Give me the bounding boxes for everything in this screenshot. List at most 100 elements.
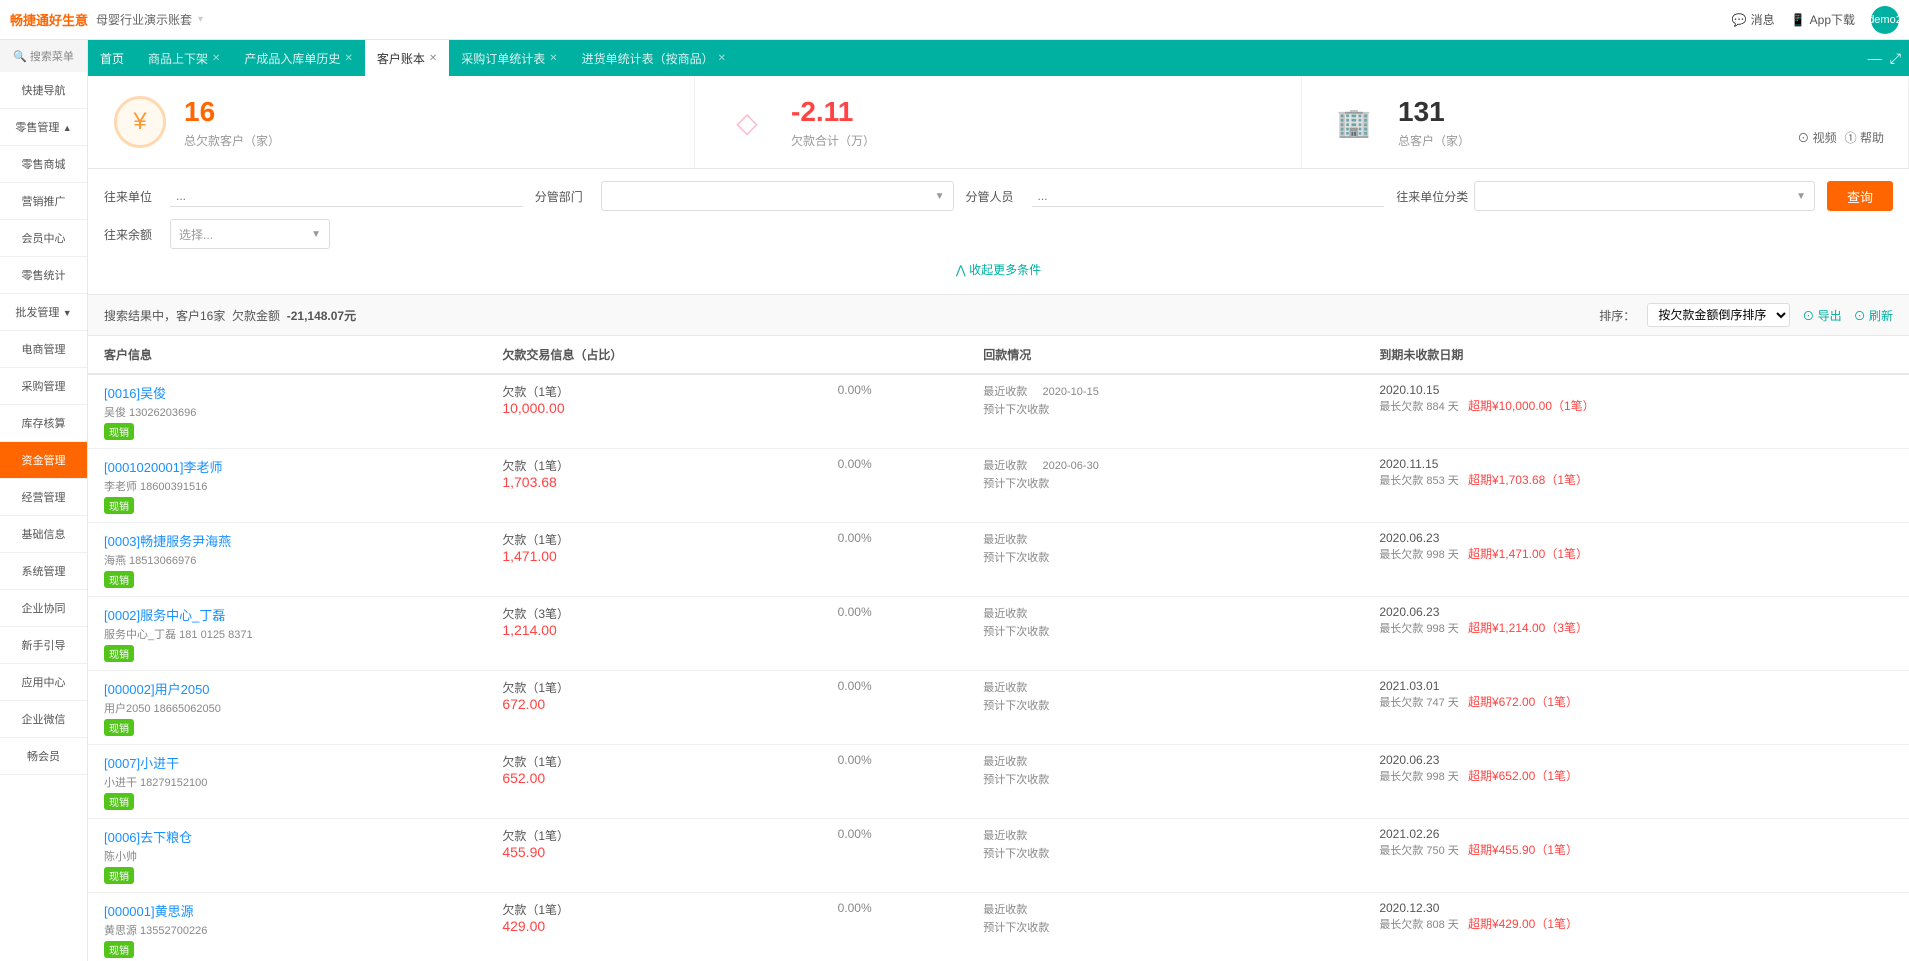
overdue-link[interactable]: 超期¥672.00（1笔） — [1468, 695, 1578, 709]
debt-amount[interactable]: 429.00 — [502, 918, 805, 934]
sidebar-search[interactable]: 🔍 搜索菜单 — [0, 40, 87, 72]
collect-action-cell — [1293, 893, 1364, 961]
tab-purchase[interactable]: 采购订单统计表 ✕ — [449, 40, 569, 76]
sidebar-item-newbie[interactable]: 新手引导 — [0, 627, 87, 664]
sidebar-item-inventory[interactable]: 库存核算 — [0, 405, 87, 442]
store-arrow[interactable]: ▾ — [198, 14, 203, 25]
debt-percent-cell: 0.00% — [822, 523, 968, 597]
tab-goods[interactable]: 商品上下架 ✕ — [136, 40, 232, 76]
sidebar-item-retail-stats[interactable]: 零售统计 — [0, 257, 87, 294]
customer-info-cell: [000001]黄思源 黄思源 13552700226 现销 — [88, 893, 486, 961]
sidebar-item-member-pro[interactable]: 畅会员 — [0, 738, 87, 775]
debt-info-cell: 欠款（1笔） 652.00 — [486, 745, 821, 819]
search-icon: 🔍 — [13, 51, 27, 63]
customer-name[interactable]: [0001020001]李老师 — [104, 457, 470, 476]
sidebar-item-wholesale-mgmt[interactable]: 批发管理 ▼ — [0, 294, 87, 331]
due-date-cell: 2021.03.01 最长欠款 747 天 超期¥672.00（1笔） — [1363, 671, 1909, 745]
debt-amount[interactable]: 652.00 — [502, 770, 805, 786]
sidebar-item-quick-nav[interactable]: 快捷导航 — [0, 72, 87, 109]
tag-xian: 现销 — [104, 423, 134, 440]
collect-action-cell — [1293, 597, 1364, 671]
manager-input[interactable] — [1032, 186, 1385, 207]
sidebar-item-operations[interactable]: 经营管理 — [0, 479, 87, 516]
tab-incoming[interactable]: 进货单统计表（按商品） ✕ — [570, 40, 738, 76]
sidebar-item-app-center[interactable]: 应用中心 — [0, 664, 87, 701]
sidebar-item-retail-mgmt[interactable]: 零售管理 ▲ — [0, 109, 87, 146]
sidebar-item-purchase[interactable]: 采购管理 — [0, 368, 87, 405]
sidebar-item-ecommerce[interactable]: 电商管理 — [0, 331, 87, 368]
download-btn[interactable]: 📱 App下载 — [1791, 11, 1855, 28]
overdue-link[interactable]: 超期¥1,703.68（1笔） — [1468, 473, 1588, 487]
collect-action-cell — [1293, 671, 1364, 745]
debt-label: 欠款（1笔） — [502, 753, 805, 770]
message-btn[interactable]: 💬 消息 — [1732, 11, 1775, 28]
customer-name[interactable]: [0007]小进干 — [104, 753, 470, 772]
unit-category-select[interactable]: ▼ — [1474, 181, 1815, 211]
sidebar-item-member[interactable]: 会员中心 — [0, 220, 87, 257]
sidebar-item-system[interactable]: 系统管理 — [0, 553, 87, 590]
tab-produce[interactable]: 产成品入库单历史 ✕ — [232, 40, 364, 76]
collect-cell: 最近收款 2020-10-15 预计下次收款 — [967, 374, 1292, 449]
customer-name[interactable]: [000001]黄思源 — [104, 901, 470, 920]
tab-close-customer[interactable]: ✕ — [429, 53, 437, 64]
tab-close-purchase[interactable]: ✕ — [549, 53, 557, 64]
collapse-btn[interactable]: ⋀ 收起更多条件 — [104, 257, 1893, 282]
tab-maximize-btn[interactable]: ⤢ — [1890, 50, 1901, 67]
debt-amount[interactable]: 1,471.00 — [502, 548, 805, 564]
dept-select[interactable]: ▼ — [601, 181, 954, 211]
video-btn[interactable]: ⊙ 视频 — [1797, 129, 1836, 146]
debt-label: 欠款（1笔） — [502, 457, 805, 474]
tag-xian: 现销 — [104, 719, 134, 736]
sidebar-item-finance[interactable]: 资金管理 — [0, 442, 87, 479]
overdue-link[interactable]: 超期¥1,214.00（3笔） — [1468, 621, 1588, 635]
balance-select[interactable]: 选择... ▼ — [170, 219, 330, 249]
customer-name[interactable]: [000002]用户2050 — [104, 679, 470, 698]
sidebar-item-enterprise[interactable]: 企业协同 — [0, 590, 87, 627]
tab-minimize-btn[interactable]: — — [1868, 50, 1882, 66]
customer-name[interactable]: [0016]吴俊 — [104, 383, 470, 402]
tab-close-produce[interactable]: ✕ — [344, 53, 352, 64]
customer-unit-input[interactable] — [170, 186, 523, 207]
export-btn[interactable]: ⊙ 导出 — [1802, 307, 1841, 324]
tag-xian: 现销 — [104, 497, 134, 514]
overdue-link[interactable]: 超期¥10,000.00（1笔） — [1468, 399, 1595, 413]
debt-amount[interactable]: 10,000.00 — [502, 400, 805, 416]
sort-select[interactable]: 按欠款金额倒序排序 — [1647, 303, 1790, 327]
debt-percent: 0.00% — [838, 901, 952, 915]
overdue-link[interactable]: 超期¥652.00（1笔） — [1468, 769, 1578, 783]
search-btn[interactable]: 查询 — [1827, 181, 1893, 211]
tab-close-goods[interactable]: ✕ — [212, 53, 220, 64]
sidebar-item-wechat[interactable]: 企业微信 — [0, 701, 87, 738]
due-days: 最长欠款 884 天 超期¥10,000.00（1笔） — [1379, 397, 1893, 414]
tab-customer[interactable]: 客户账本 ✕ — [365, 40, 449, 76]
total-customers-label: 总客户（家） — [1398, 132, 1470, 149]
sidebar-item-basic-info[interactable]: 基础信息 — [0, 516, 87, 553]
table-row: [0016]吴俊 吴俊 13026203696 现销 欠款（1笔） 10,000… — [88, 374, 1909, 449]
customer-name[interactable]: [0006]去下粮仓 — [104, 827, 470, 846]
debt-amount[interactable]: 1,703.68 — [502, 474, 805, 490]
filter-balance: 往来余额 选择... ▼ — [104, 219, 384, 249]
customer-name[interactable]: [0003]畅捷服务尹海燕 — [104, 531, 470, 550]
customer-name[interactable]: [0002]服务中心_丁磊 — [104, 605, 470, 624]
debt-amount[interactable]: 1,214.00 — [502, 622, 805, 638]
message-icon: 💬 — [1732, 13, 1747, 27]
debt-info-cell: 欠款（1笔） 1,471.00 — [486, 523, 821, 597]
overdue-link[interactable]: 超期¥429.00（1笔） — [1468, 917, 1578, 931]
col-debt-info: 欠款交易信息（占比） — [486, 336, 821, 374]
sidebar-item-retail-mall[interactable]: 零售商城 — [0, 146, 87, 183]
customer-sub: 吴俊 13026203696 — [104, 404, 470, 420]
balance-dropdown-icon: ▼ — [311, 229, 321, 240]
help-btn[interactable]: ① 帮助 — [1845, 129, 1884, 146]
tag-xian: 现销 — [104, 571, 134, 588]
refresh-btn[interactable]: ⊙ 刷新 — [1854, 307, 1893, 324]
collect-next: 预计下次收款 — [983, 919, 1276, 935]
overdue-link[interactable]: 超期¥1,471.00（1笔） — [1468, 547, 1588, 561]
overdue-link[interactable]: 超期¥455.90（1笔） — [1468, 843, 1578, 857]
tab-close-incoming[interactable]: ✕ — [718, 53, 726, 64]
tab-home[interactable]: 首页 — [88, 40, 136, 76]
user-menu[interactable]: demo2 — [1871, 6, 1899, 34]
debt-percent: 0.00% — [838, 531, 952, 545]
debt-amount[interactable]: 455.90 — [502, 844, 805, 860]
debt-amount[interactable]: 672.00 — [502, 696, 805, 712]
sidebar-item-marketing[interactable]: 营销推广 — [0, 183, 87, 220]
